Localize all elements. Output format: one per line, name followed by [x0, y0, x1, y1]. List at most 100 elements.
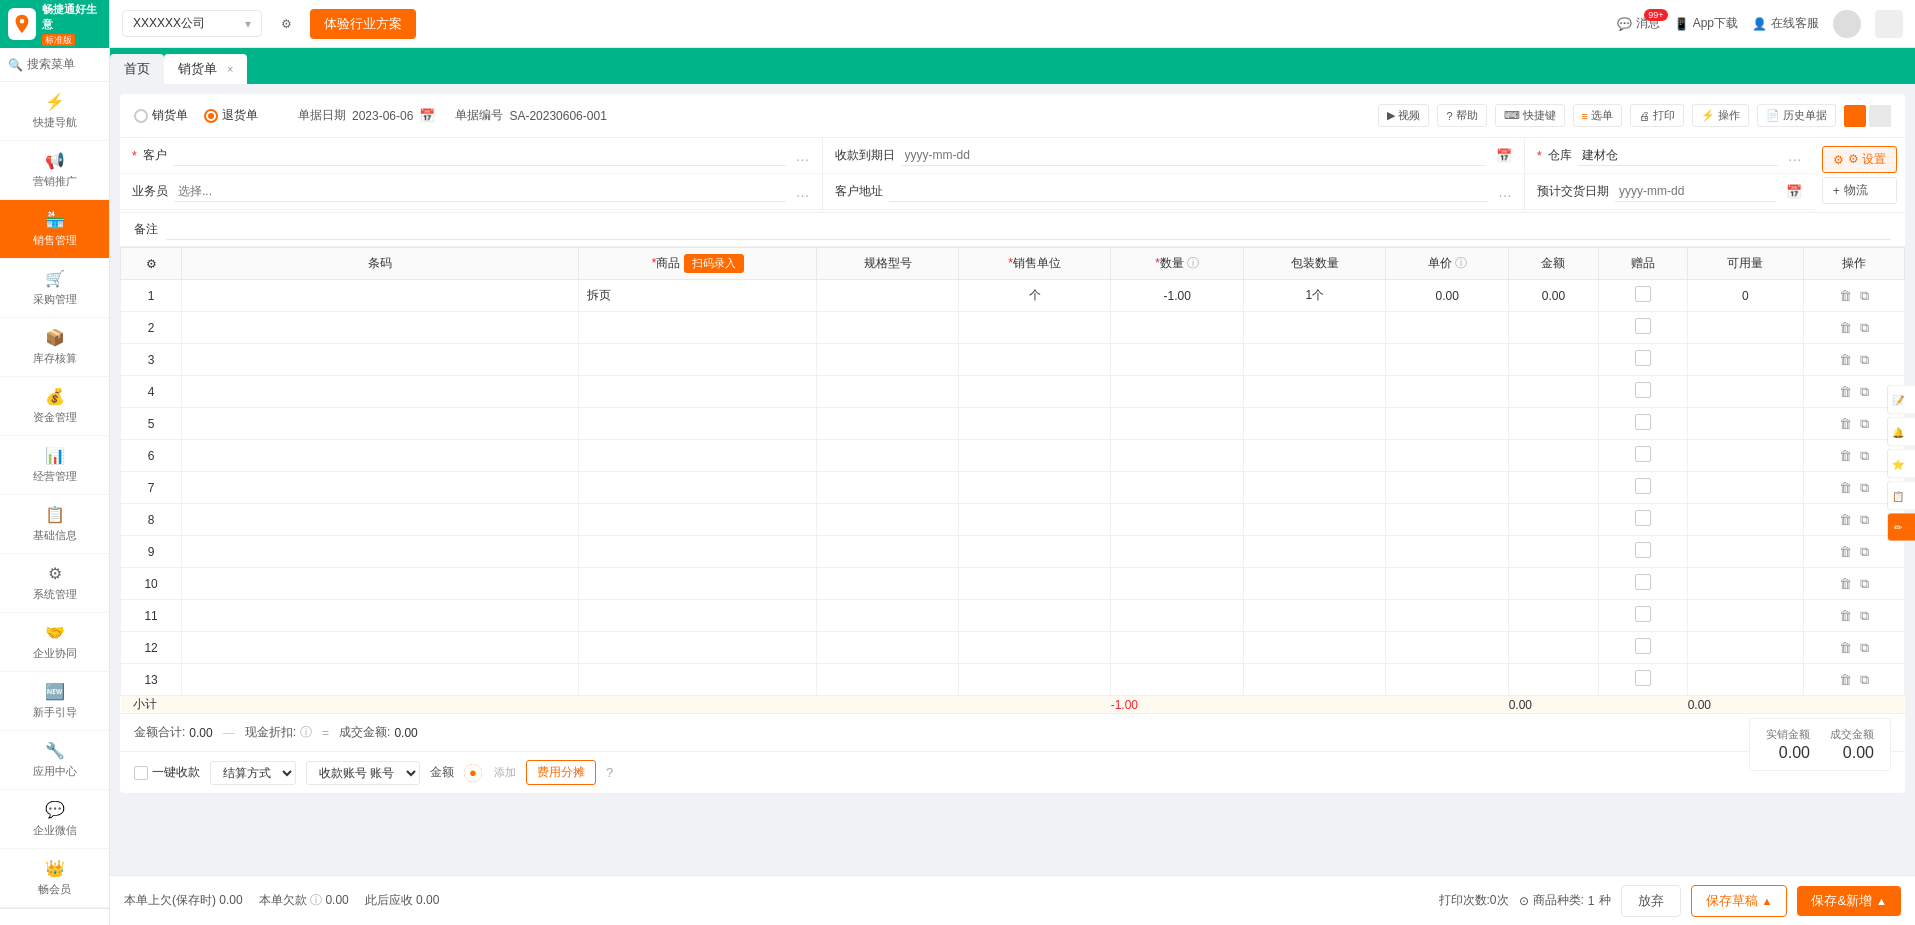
float-edit-btn[interactable]: ✏ — [1887, 512, 1915, 541]
salesperson-dots-btn[interactable]: … — [796, 184, 810, 200]
float-remind-btn[interactable]: 🔔 — [1887, 416, 1915, 446]
save-draft-button[interactable]: 保存草稿 ▲ — [1691, 885, 1788, 917]
row-unit-12[interactable] — [959, 632, 1111, 664]
row-barcode-7[interactable] — [182, 472, 579, 504]
row-price-3[interactable] — [1386, 344, 1509, 376]
sidebar-item-wechat[interactable]: 💬 企业微信 — [0, 790, 109, 849]
row-price-11[interactable] — [1386, 600, 1509, 632]
sidebar-item-sales[interactable]: 🏪 销售管理 — [0, 200, 109, 259]
row-product-1[interactable]: 拆页 — [579, 280, 817, 312]
delete-icon-8[interactable]: 🗑 — [1839, 512, 1852, 527]
col-settings[interactable]: ⚙ — [121, 248, 182, 280]
row-unit-6[interactable] — [959, 440, 1111, 472]
row-gift-3[interactable] — [1598, 344, 1687, 376]
row-qty-5[interactable] — [1111, 408, 1244, 440]
sidebar-item-vip[interactable]: 👑 畅会员 — [0, 849, 109, 908]
row-price-2[interactable] — [1386, 312, 1509, 344]
row-product-4[interactable] — [579, 376, 817, 408]
row-price-7[interactable] — [1386, 472, 1509, 504]
row-gift-1[interactable] — [1598, 280, 1687, 312]
row-gift-10[interactable] — [1598, 568, 1687, 600]
print-btn[interactable]: 🖨 打印 — [1630, 104, 1684, 127]
customer-dots-btn[interactable]: … — [796, 148, 810, 164]
row-amount-6[interactable] — [1509, 440, 1598, 472]
delete-icon-2[interactable]: 🗑 — [1839, 320, 1852, 335]
row-product-10[interactable] — [579, 568, 817, 600]
scan-barcode-btn[interactable]: 扫码录入 — [684, 254, 744, 273]
row-unit-4[interactable] — [959, 376, 1111, 408]
customer-address-input[interactable] — [889, 181, 1489, 202]
row-unit-7[interactable] — [959, 472, 1111, 504]
row-barcode-5[interactable] — [182, 408, 579, 440]
row-unit-11[interactable] — [959, 600, 1111, 632]
row-amount-4[interactable] — [1509, 376, 1598, 408]
row-product-13[interactable] — [579, 664, 817, 696]
sidebar-item-enterprise[interactable]: 🤝 企业协同 — [0, 613, 109, 672]
add-payment-btn[interactable]: ● — [464, 764, 482, 782]
trial-button[interactable]: 体验行业方案 — [310, 9, 416, 39]
sidebar-item-basics[interactable]: 📋 基础信息 — [0, 495, 109, 554]
row-pkg-qty-7[interactable] — [1244, 472, 1386, 504]
row-unit-1[interactable]: 个 — [959, 280, 1111, 312]
copy-icon-4[interactable]: ⧉ — [1860, 384, 1869, 399]
row-barcode-13[interactable] — [182, 664, 579, 696]
app-download-btn[interactable]: 📱 App下载 — [1674, 15, 1738, 32]
row-gift-13[interactable] — [1598, 664, 1687, 696]
sidebar-item-guide[interactable]: 🆕 新手引导 — [0, 672, 109, 731]
row-product-3[interactable] — [579, 344, 817, 376]
sidebar-search[interactable]: 🔍 搜索菜单 — [0, 48, 109, 82]
row-unit-10[interactable] — [959, 568, 1111, 600]
row-gift-2[interactable] — [1598, 312, 1687, 344]
row-gift-8[interactable] — [1598, 504, 1687, 536]
row-unit-9[interactable] — [959, 536, 1111, 568]
row-product-11[interactable] — [579, 600, 817, 632]
row-spec-5[interactable] — [817, 408, 959, 440]
estimated-date-input[interactable] — [1615, 181, 1776, 202]
debit-info-icon[interactable]: ⓘ — [310, 893, 322, 907]
row-amount-9[interactable] — [1509, 536, 1598, 568]
copy-icon-2[interactable]: ⧉ — [1860, 320, 1869, 335]
row-pkg-qty-10[interactable] — [1244, 568, 1386, 600]
row-price-6[interactable] — [1386, 440, 1509, 472]
operation-btn[interactable]: ⚡ 操作 — [1692, 104, 1749, 127]
row-price-8[interactable] — [1386, 504, 1509, 536]
price-info-icon[interactable]: ⓘ — [1455, 256, 1467, 270]
delete-icon-13[interactable]: 🗑 — [1839, 672, 1852, 687]
row-spec-13[interactable] — [817, 664, 959, 696]
payment-method-select[interactable]: 结算方式 — [210, 761, 296, 785]
tab-sales-order[interactable]: 销货单 × — [164, 54, 247, 84]
row-amount-8[interactable] — [1509, 504, 1598, 536]
row-spec-1[interactable] — [817, 280, 959, 312]
row-unit-5[interactable] — [959, 408, 1111, 440]
row-barcode-9[interactable] — [182, 536, 579, 568]
one-click-payment-checkbox[interactable]: 一键收款 — [134, 764, 200, 781]
row-product-8[interactable] — [579, 504, 817, 536]
delete-icon-11[interactable]: 🗑 — [1839, 608, 1852, 623]
remarks-input[interactable] — [166, 219, 1891, 240]
sidebar-settings-btn[interactable]: ⚙ — [8, 917, 35, 925]
copy-icon-10[interactable]: ⧉ — [1860, 576, 1869, 591]
sidebar-item-finance[interactable]: 💰 资金管理 — [0, 377, 109, 436]
row-qty-2[interactable] — [1111, 312, 1244, 344]
row-amount-5[interactable] — [1509, 408, 1598, 440]
shortcut-btn[interactable]: ⌨ 快捷键 — [1495, 104, 1565, 127]
row-qty-13[interactable] — [1111, 664, 1244, 696]
estimated-date-calendar-icon[interactable]: 📅 — [1786, 184, 1802, 199]
row-unit-8[interactable] — [959, 504, 1111, 536]
row-gift-4[interactable] — [1598, 376, 1687, 408]
delete-icon-1[interactable]: 🗑 — [1839, 288, 1852, 303]
row-qty-1[interactable]: -1.00 — [1111, 280, 1244, 312]
cash-discount-info-icon[interactable]: ⓘ — [300, 724, 312, 741]
row-price-13[interactable] — [1386, 664, 1509, 696]
copy-icon-6[interactable]: ⧉ — [1860, 448, 1869, 463]
row-pkg-qty-12[interactable] — [1244, 632, 1386, 664]
row-pkg-qty-4[interactable] — [1244, 376, 1386, 408]
copy-icon-9[interactable]: ⧉ — [1860, 544, 1869, 559]
radio-sales-order[interactable]: 销货单 — [134, 107, 188, 124]
row-amount-11[interactable] — [1509, 600, 1598, 632]
copy-icon-13[interactable]: ⧉ — [1860, 672, 1869, 687]
row-gift-7[interactable] — [1598, 472, 1687, 504]
row-pkg-qty-5[interactable] — [1244, 408, 1386, 440]
row-spec-6[interactable] — [817, 440, 959, 472]
row-qty-12[interactable] — [1111, 632, 1244, 664]
